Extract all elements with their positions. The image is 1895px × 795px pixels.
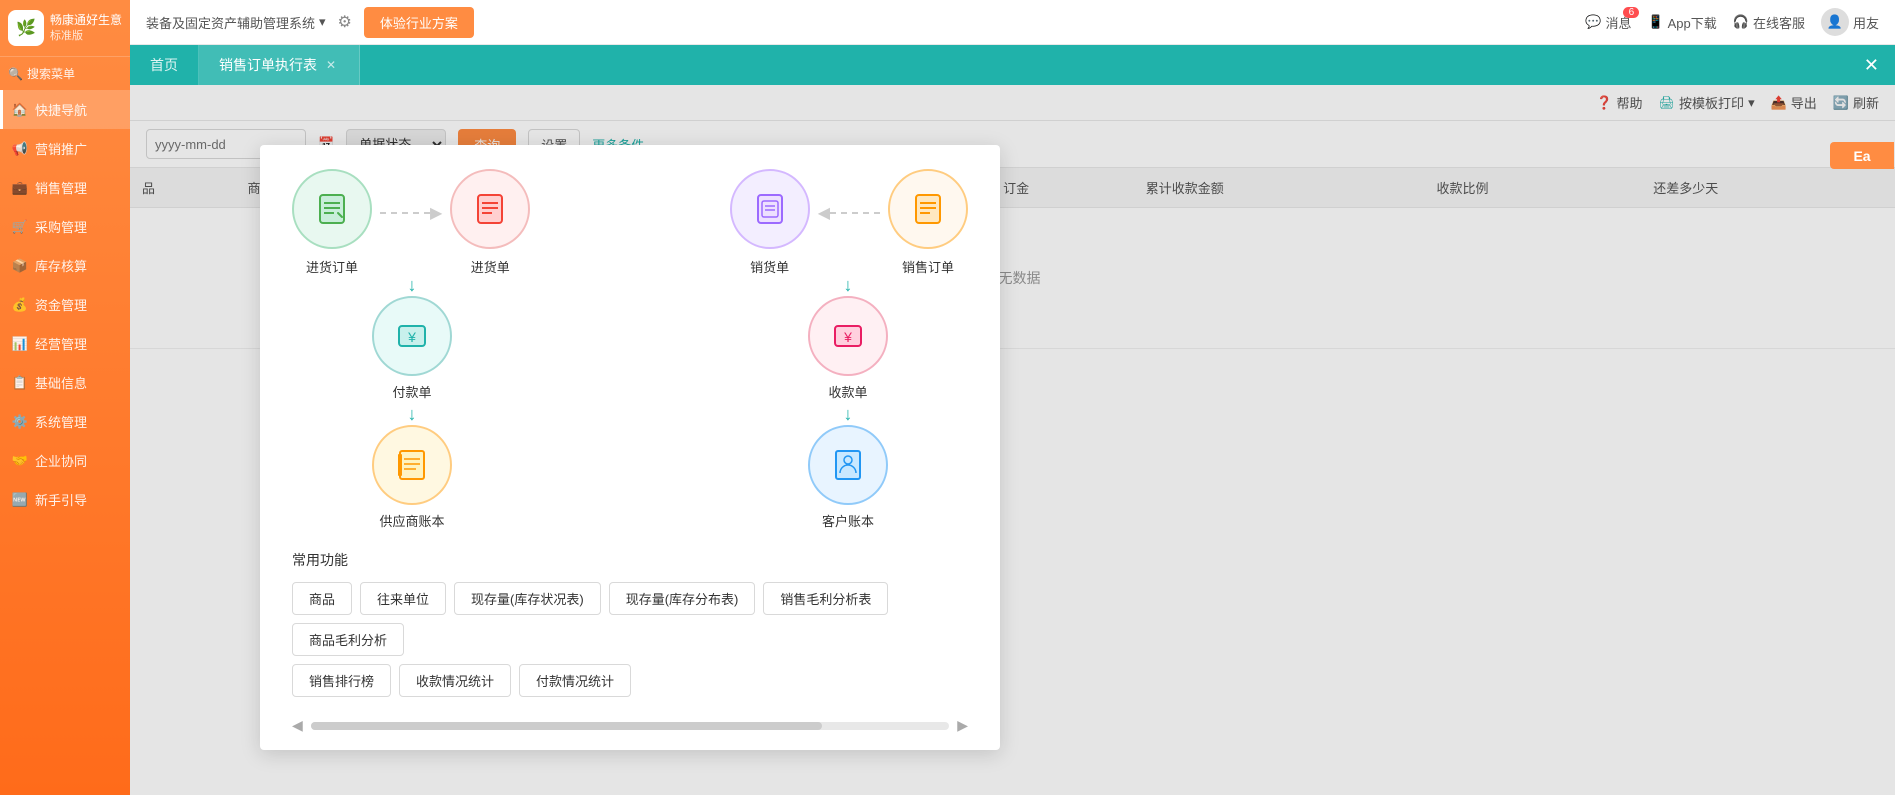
search-icon: 🔍 xyxy=(8,67,23,81)
customer-ledger-label: 客户账本 xyxy=(822,511,874,530)
func-btn-product[interactable]: 商品 xyxy=(292,582,352,615)
message-item[interactable]: 💬 消息 6 xyxy=(1585,13,1631,32)
logo-icon: 🌿 xyxy=(8,10,44,46)
sale-bill-icon xyxy=(730,169,810,249)
system-icon: ⚙️ xyxy=(11,413,29,431)
sidebar: 🌿 畅康通好生意 标准版 🔍 搜索菜单 🏠 快捷导航 📢 营销推广 💼 销售管理… xyxy=(0,0,130,795)
receipt-bill-label: 收款单 xyxy=(828,382,867,401)
svg-text:¥: ¥ xyxy=(407,329,416,345)
sidebar-item-sales[interactable]: 💼 销售管理 xyxy=(0,168,130,207)
online-service-item[interactable]: 🎧 在线客服 xyxy=(1733,13,1805,32)
sidebar-nav: 🏠 快捷导航 📢 营销推广 💼 销售管理 🛒 采购管理 📦 库存核算 💰 资金管… xyxy=(0,90,130,795)
sidebar-item-inventory[interactable]: 📦 库存核算 xyxy=(0,246,130,285)
common-functions-title: 常用功能 xyxy=(292,550,968,570)
func-btn-product-profit[interactable]: 商品毛利分析 xyxy=(292,623,404,656)
basic-icon: 📋 xyxy=(11,374,29,392)
sidebar-item-newuser[interactable]: 🆕 新手引导 xyxy=(0,480,130,519)
sidebar-search[interactable]: 🔍 搜索菜单 xyxy=(0,57,130,90)
payment-bill-icon: ¥ xyxy=(372,296,452,376)
sidebar-logo: 🌿 畅康通好生意 标准版 xyxy=(0,0,130,57)
customer-ledger-icon xyxy=(808,425,888,505)
sale-bill-label: 销货单 xyxy=(750,257,789,276)
topbar: 装备及固定资产辅助管理系统 ▾ ⚙ 体验行业方案 💬 消息 6 📱 App下载 … xyxy=(130,0,1895,45)
payment-bill-label: 付款单 xyxy=(392,382,431,401)
scroll-right-icon[interactable]: ▶ xyxy=(957,717,968,734)
main: 装备及固定资产辅助管理系统 ▾ ⚙ 体验行业方案 💬 消息 6 📱 App下载 … xyxy=(130,0,1895,795)
func-btn-receipt-stats[interactable]: 收款情况统计 xyxy=(399,664,511,697)
newuser-icon: 🆕 xyxy=(11,491,29,509)
sale-order-label: 销售订单 xyxy=(902,257,954,276)
func-buttons-row1: 商品 往来单位 现存量(库存状况表) 现存量(库存分布表) 销售毛利分析表 商品… xyxy=(292,582,968,656)
sidebar-item-finance[interactable]: 💰 资金管理 xyxy=(0,285,130,324)
popup: 进货订单 ▶ 进货单 xyxy=(260,145,1000,750)
dropdown-icon: ▾ xyxy=(319,14,326,30)
func-btn-stock-status[interactable]: 现存量(库存状况表) xyxy=(454,582,601,615)
content: ❓ 帮助 🖨 按模板打印 ▾ 📤 导出 🔄 刷新 xyxy=(130,85,1895,795)
purchase-bill-icon xyxy=(450,169,530,249)
tab-close-icon[interactable]: ✕ xyxy=(323,57,339,73)
scroll-hint: ◀ ▶ xyxy=(292,709,968,734)
purchase-bill-label: 进货单 xyxy=(471,257,510,276)
settings-icon[interactable]: ⚙ xyxy=(338,12,352,32)
avatar: 👤 xyxy=(1821,8,1849,36)
ea-badge[interactable]: Ea xyxy=(1830,142,1894,169)
sidebar-item-quicknav[interactable]: 🏠 快捷导航 xyxy=(0,90,130,129)
logo-text: 畅康通好生意 标准版 xyxy=(50,13,122,43)
finance-icon: 💰 xyxy=(11,296,29,314)
scroll-thumb xyxy=(311,722,822,730)
scroll-track[interactable] xyxy=(311,722,949,730)
receipt-bill-icon: ¥ xyxy=(808,296,888,376)
sidebar-item-enterprise[interactable]: 🤝 企业协同 xyxy=(0,441,130,480)
topbar-right: 💬 消息 6 📱 App下载 🎧 在线客服 👤 用友 xyxy=(1585,8,1879,36)
business-icon: 📊 xyxy=(11,335,29,353)
sale-order-icon xyxy=(888,169,968,249)
system-title[interactable]: 装备及固定资产辅助管理系统 ▾ xyxy=(146,13,326,32)
service-icon: 🎧 xyxy=(1733,14,1749,30)
inventory-icon: 📦 xyxy=(11,257,29,275)
flow-node-purchase-bill: 进货单 xyxy=(450,169,530,276)
func-btn-partner[interactable]: 往来单位 xyxy=(360,582,446,615)
flow-node-sale-order: 销售订单 xyxy=(888,169,968,276)
func-btn-sales-profit[interactable]: 销售毛利分析表 xyxy=(763,582,888,615)
svg-text:¥: ¥ xyxy=(843,329,852,345)
scroll-left-icon[interactable]: ◀ xyxy=(292,717,303,734)
phone-icon: 📱 xyxy=(1647,14,1663,30)
home-icon: 🏠 xyxy=(11,101,29,119)
supplier-ledger-icon xyxy=(372,425,452,505)
tabbar: 首页 销售订单执行表 ✕ ✕ xyxy=(130,45,1895,85)
func-btn-sales-rank[interactable]: 销售排行榜 xyxy=(292,664,391,697)
func-btn-stock-dist[interactable]: 现存量(库存分布表) xyxy=(609,582,756,615)
marketing-icon: 📢 xyxy=(11,140,29,158)
purchase-order-icon xyxy=(292,169,372,249)
supplier-ledger-label: 供应商账本 xyxy=(379,511,444,530)
func-btn-payment-stats[interactable]: 付款情况统计 xyxy=(519,664,631,697)
flow-node-purchase-order: 进货订单 xyxy=(292,169,372,276)
tabbar-close-all[interactable]: ✕ xyxy=(1848,45,1895,85)
flow-node-sale-bill: 销货单 xyxy=(730,169,810,276)
common-functions: 常用功能 商品 往来单位 现存量(库存状况表) 现存量(库存分布表) 销售毛利分… xyxy=(292,550,968,697)
trial-button[interactable]: 体验行业方案 xyxy=(364,7,474,38)
app-download-item[interactable]: 📱 App下载 xyxy=(1647,13,1716,32)
sidebar-item-purchase[interactable]: 🛒 采购管理 xyxy=(0,207,130,246)
sales-icon: 💼 xyxy=(11,179,29,197)
purchase-order-label: 进货订单 xyxy=(306,257,358,276)
tab-sales-order-exec[interactable]: 销售订单执行表 ✕ xyxy=(199,45,360,85)
sidebar-item-system[interactable]: ⚙️ 系统管理 xyxy=(0,402,130,441)
sidebar-item-basic[interactable]: 📋 基础信息 xyxy=(0,363,130,402)
tab-home[interactable]: 首页 xyxy=(130,45,199,85)
enterprise-icon: 🤝 xyxy=(11,452,29,470)
func-buttons-row2: 销售排行榜 收款情况统计 付款情况统计 xyxy=(292,664,968,697)
sidebar-item-business[interactable]: 📊 经营管理 xyxy=(0,324,130,363)
message-icon: 💬 xyxy=(1585,14,1601,30)
purchase-icon: 🛒 xyxy=(11,218,29,236)
sidebar-item-marketing[interactable]: 📢 营销推广 xyxy=(0,129,130,168)
user-item[interactable]: 👤 用友 xyxy=(1821,8,1879,36)
